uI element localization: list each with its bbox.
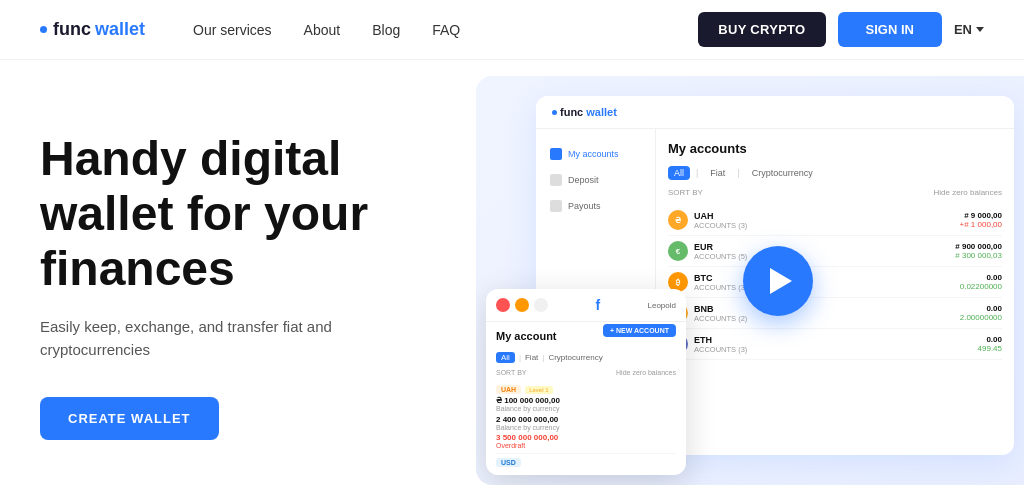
- sidebar-label-deposit: Deposit: [568, 175, 599, 185]
- table-row: ₿ BTC ACCOUNTS (3) 0.00 0.02200000: [668, 267, 1002, 298]
- sidebar-item-payouts[interactable]: Payouts: [536, 193, 655, 219]
- sidebar-item-my-accounts[interactable]: My accounts: [536, 141, 655, 167]
- sign-in-button[interactable]: SIGN IN: [838, 12, 942, 47]
- uah-badge: UAH: [496, 385, 521, 394]
- table-row: B BNB ACCOUNTS (2) 0.00 2.00000000: [668, 298, 1002, 329]
- mobile-tab-all[interactable]: All: [496, 352, 515, 363]
- logo-func: func: [53, 19, 91, 40]
- nav-faq[interactable]: FAQ: [432, 22, 460, 38]
- mobile-tab-crypto[interactable]: Cryptocurrency: [548, 353, 602, 362]
- sub-label-2: Overdraft: [496, 442, 676, 449]
- mobile-icon-orange: [515, 298, 529, 312]
- mobile-tabs: All | Fiat | Cryptocurrency: [496, 352, 676, 363]
- desktop-main-title: My accounts: [668, 141, 1002, 156]
- new-account-button[interactable]: + NEW ACCOUNT: [603, 324, 676, 337]
- desktop-logo: funcwallet: [552, 106, 617, 118]
- sort-label: SORT BY: [668, 188, 703, 197]
- mobile-logo-letter: f: [595, 297, 600, 313]
- mobile-header: f Leopold: [486, 289, 686, 322]
- mobile-sort-label: SORT BY: [496, 369, 526, 376]
- sub-label-1: Balance by currency: [496, 424, 676, 431]
- usd-badge: USD: [496, 458, 521, 467]
- balance-label: Balance by currency: [496, 405, 676, 412]
- level-badge: Level 1: [525, 386, 552, 394]
- nav-blog[interactable]: Blog: [372, 22, 400, 38]
- desktop-main-area: My accounts All | Fiat | Cryptocurrency …: [656, 129, 1014, 452]
- desktop-logo-func: func: [560, 106, 583, 118]
- desktop-sort-row: SORT BY Hide zero balances: [668, 188, 1002, 197]
- logo-dot: [40, 26, 47, 33]
- mobile-user-label: Leopold: [648, 301, 676, 310]
- nav-links: Our services About Blog FAQ: [193, 21, 698, 39]
- tab-all[interactable]: All: [668, 166, 690, 180]
- language-selector[interactable]: EN: [954, 22, 984, 37]
- deposit-icon: [550, 174, 562, 186]
- sidebar-label-accounts: My accounts: [568, 149, 619, 159]
- sub-amount-1: 2 400 000 000,00: [496, 415, 676, 424]
- uah-icon: ₴: [668, 210, 688, 230]
- accounts-icon: [550, 148, 562, 160]
- mobile-tab-fiat[interactable]: Fiat: [525, 353, 538, 362]
- usd-row: USD: [496, 458, 676, 467]
- mobile-icon-red: [496, 298, 510, 312]
- mobile-title: My account: [496, 330, 557, 342]
- table-row: € EUR ACCOUNTS (5) # 900 000,00 # 300 00…: [668, 236, 1002, 267]
- hero-subtitle: Easily keep, exchange, and transfer fiat…: [40, 316, 360, 361]
- logo-wallet: wallet: [95, 19, 145, 40]
- play-button[interactable]: [743, 246, 813, 316]
- sidebar-label-payouts: Payouts: [568, 201, 601, 211]
- mobile-sort-row: SORT BY Hide zero balances: [496, 369, 676, 376]
- mobile-uah-row: UAH Level 1 ₴ 100 000 000,00 Balance by …: [496, 381, 676, 454]
- desktop-logo-wallet: wallet: [586, 106, 617, 118]
- mobile-body: My account + NEW ACCOUNT All | Fiat | Cr…: [486, 322, 686, 475]
- tab-crypto[interactable]: Cryptocurrency: [746, 166, 819, 180]
- uah-main-amount: ₴ 100 000 000,00: [496, 396, 676, 405]
- sidebar-item-deposit[interactable]: Deposit: [536, 167, 655, 193]
- eur-icon: €: [668, 241, 688, 261]
- sub-amount-2: 3 500 000 000,00: [496, 433, 676, 442]
- table-row: ₴ UAH ACCOUNTS (3) # 9 000,00 +# 1 000,0…: [668, 205, 1002, 236]
- desktop-tabs: All | Fiat | Cryptocurrency: [668, 166, 1002, 180]
- desktop-header: funcwallet: [536, 96, 1014, 129]
- buy-crypto-button[interactable]: BUY CRYPTO: [698, 12, 825, 47]
- mobile-mockup: f Leopold My account + NEW ACCOUNT All |…: [486, 289, 686, 475]
- tab-fiat[interactable]: Fiat: [704, 166, 731, 180]
- hide-zero-label: Hide zero balances: [934, 188, 1002, 197]
- mobile-icon-grey: [534, 298, 548, 312]
- nav-right: BUY CRYPTO SIGN IN EN: [698, 12, 984, 47]
- mobile-logo: f: [595, 297, 600, 313]
- hero-left: Handy digital wallet for your finances E…: [0, 60, 460, 501]
- hero-title: Handy digital wallet for your finances: [40, 131, 420, 297]
- lang-label: EN: [954, 22, 972, 37]
- create-wallet-button[interactable]: CREATE WALLET: [40, 397, 219, 440]
- chevron-down-icon: [976, 27, 984, 32]
- mobile-hide-zero: Hide zero balances: [616, 369, 676, 376]
- desktop-logo-dot: [552, 110, 557, 115]
- play-triangle-icon: [770, 268, 792, 294]
- main-content: Handy digital wallet for your finances E…: [0, 60, 1024, 501]
- hero-right: funcwallet My accounts Deposit Payouts: [476, 76, 1024, 485]
- nav-our-services[interactable]: Our services: [193, 22, 272, 38]
- table-row: Ξ ETH ACCOUNTS (3) 0.00 499.45: [668, 329, 1002, 360]
- logo[interactable]: funcwallet: [40, 19, 145, 40]
- payouts-icon: [550, 200, 562, 212]
- navbar: funcwallet Our services About Blog FAQ B…: [0, 0, 1024, 60]
- nav-about[interactable]: About: [304, 22, 341, 38]
